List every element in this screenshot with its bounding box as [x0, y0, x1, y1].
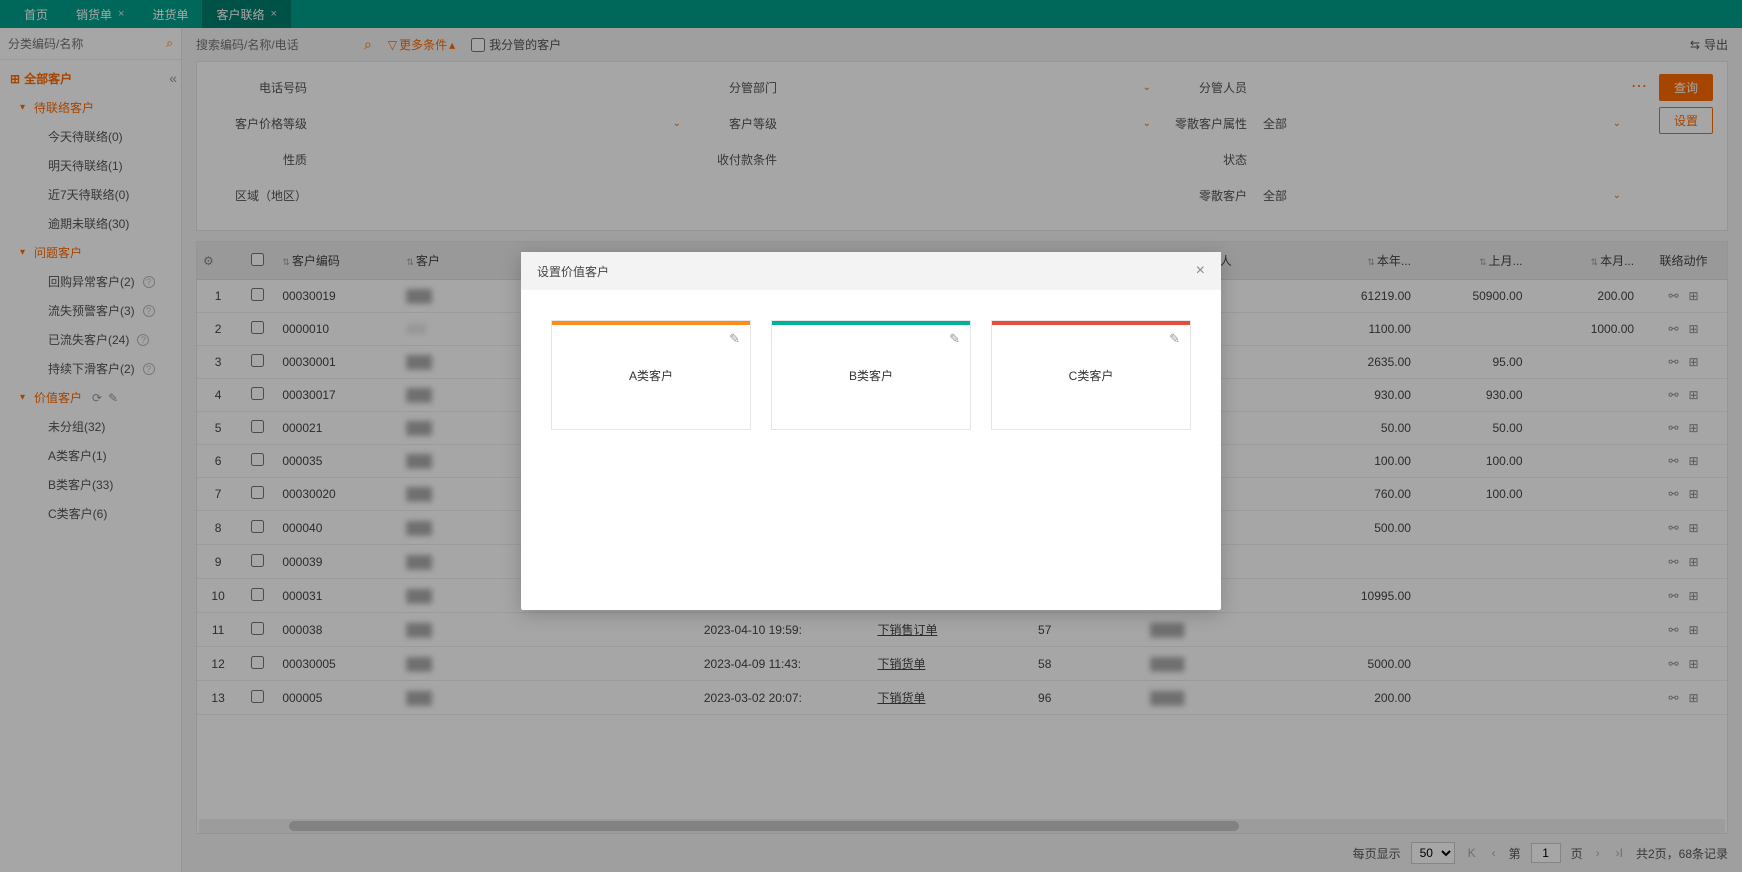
modal-title: 设置价值客户 — [537, 263, 609, 280]
card-a-customer[interactable]: ✎A类客户 — [551, 320, 751, 430]
edit-icon[interactable]: ✎ — [949, 331, 960, 347]
card-b-customer[interactable]: ✎B类客户 — [771, 320, 971, 430]
modal-overlay[interactable]: 设置价值客户 × ✎A类客户 ✎B类客户 ✎C类客户 — [0, 0, 1742, 872]
edit-icon[interactable]: ✎ — [729, 331, 740, 347]
card-c-customer[interactable]: ✎C类客户 — [991, 320, 1191, 430]
close-icon[interactable]: × — [1196, 262, 1205, 280]
value-customer-modal: 设置价值客户 × ✎A类客户 ✎B类客户 ✎C类客户 — [521, 252, 1221, 610]
edit-icon[interactable]: ✎ — [1169, 331, 1180, 347]
